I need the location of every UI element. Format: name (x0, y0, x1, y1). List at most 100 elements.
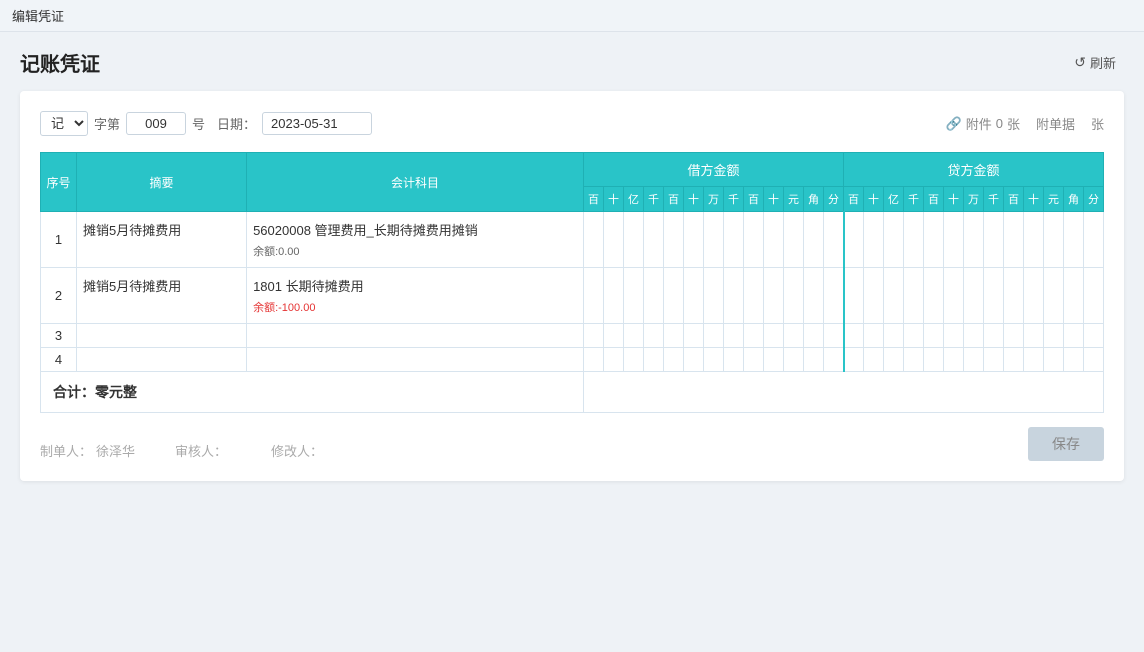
td-digit-1-9[interactable] (764, 268, 784, 324)
td-summary-2[interactable] (77, 324, 247, 348)
td-summary-3[interactable] (77, 348, 247, 372)
td-digit-3-0[interactable] (584, 348, 604, 372)
td-digit-3-20[interactable] (984, 348, 1004, 372)
td-digit-3-16[interactable] (904, 348, 924, 372)
td-digit-2-22[interactable] (1024, 324, 1044, 348)
td-digit-3-11[interactable] (804, 348, 824, 372)
td-digit-2-9[interactable] (764, 324, 784, 348)
td-digit-2-4[interactable] (664, 324, 684, 348)
td-digit-1-17[interactable] (924, 268, 944, 324)
td-digit-3-13[interactable] (844, 348, 864, 372)
td-digit-3-2[interactable] (624, 348, 644, 372)
td-digit-2-6[interactable] (704, 324, 724, 348)
td-digit-1-12[interactable] (824, 268, 844, 324)
td-digit-0-5[interactable] (684, 212, 704, 268)
td-digit-1-15[interactable] (884, 268, 904, 324)
td-digit-0-4[interactable] (664, 212, 684, 268)
td-digit-0-20[interactable] (984, 212, 1004, 268)
td-digit-3-8[interactable] (744, 348, 764, 372)
voucher-number-input[interactable] (126, 112, 186, 135)
td-digit-3-22[interactable] (1024, 348, 1044, 372)
td-digit-3-1[interactable] (604, 348, 624, 372)
td-digit-3-25[interactable] (1084, 348, 1104, 372)
td-account-3[interactable] (247, 348, 584, 372)
td-digit-0-10[interactable] (784, 212, 804, 268)
td-digit-1-6[interactable] (704, 268, 724, 324)
td-digit-0-2[interactable] (624, 212, 644, 268)
td-digit-3-10[interactable] (784, 348, 804, 372)
attach-link[interactable]: 🔗 附件 0 张 (946, 114, 1020, 133)
td-digit-2-11[interactable] (804, 324, 824, 348)
td-digit-2-19[interactable] (964, 324, 984, 348)
td-digit-1-10[interactable] (784, 268, 804, 324)
td-digit-0-0[interactable] (584, 212, 604, 268)
td-digit-2-1[interactable] (604, 324, 624, 348)
td-digit-2-13[interactable] (844, 324, 864, 348)
td-digit-1-1[interactable] (604, 268, 624, 324)
td-account-1[interactable]: 1801 长期待摊费用余额:-100.00 (247, 268, 584, 324)
td-digit-2-14[interactable] (864, 324, 884, 348)
td-digit-3-3[interactable] (644, 348, 664, 372)
td-digit-3-24[interactable] (1064, 348, 1084, 372)
td-digit-0-15[interactable] (884, 212, 904, 268)
td-digit-1-7[interactable] (724, 268, 744, 324)
td-summary-0[interactable]: 摊销5月待摊费用 (77, 212, 247, 268)
td-digit-2-7[interactable] (724, 324, 744, 348)
td-digit-3-14[interactable] (864, 348, 884, 372)
td-digit-1-0[interactable] (584, 268, 604, 324)
td-account-0[interactable]: 56020008 管理费用_长期待摊费用摊销余额:0.00 (247, 212, 584, 268)
td-digit-0-16[interactable] (904, 212, 924, 268)
td-digit-2-25[interactable] (1084, 324, 1104, 348)
td-digit-3-18[interactable] (944, 348, 964, 372)
td-digit-0-12[interactable] (824, 212, 844, 268)
td-digit-1-3[interactable] (644, 268, 664, 324)
td-digit-0-23[interactable] (1044, 212, 1064, 268)
td-digit-1-20[interactable] (984, 268, 1004, 324)
td-digit-2-21[interactable] (1004, 324, 1024, 348)
td-digit-2-15[interactable] (884, 324, 904, 348)
td-digit-0-14[interactable] (864, 212, 884, 268)
td-digit-2-10[interactable] (784, 324, 804, 348)
td-digit-1-2[interactable] (624, 268, 644, 324)
td-digit-0-18[interactable] (944, 212, 964, 268)
td-digit-1-8[interactable] (744, 268, 764, 324)
td-digit-1-21[interactable] (1004, 268, 1024, 324)
td-digit-0-25[interactable] (1084, 212, 1104, 268)
td-digit-1-19[interactable] (964, 268, 984, 324)
td-digit-0-1[interactable] (604, 212, 624, 268)
td-digit-1-13[interactable] (844, 268, 864, 324)
td-digit-2-3[interactable] (644, 324, 664, 348)
td-digit-2-0[interactable] (584, 324, 604, 348)
td-digit-0-24[interactable] (1064, 212, 1084, 268)
td-account-2[interactable] (247, 324, 584, 348)
td-digit-3-6[interactable] (704, 348, 724, 372)
td-digit-0-13[interactable] (844, 212, 864, 268)
date-input[interactable] (262, 112, 372, 135)
td-summary-1[interactable]: 摊销5月待摊费用 (77, 268, 247, 324)
td-digit-2-8[interactable] (744, 324, 764, 348)
td-digit-2-20[interactable] (984, 324, 1004, 348)
td-digit-2-2[interactable] (624, 324, 644, 348)
td-digit-1-16[interactable] (904, 268, 924, 324)
td-digit-1-23[interactable] (1044, 268, 1064, 324)
td-digit-3-5[interactable] (684, 348, 704, 372)
td-digit-3-21[interactable] (1004, 348, 1024, 372)
td-digit-0-19[interactable] (964, 212, 984, 268)
td-digit-0-21[interactable] (1004, 212, 1024, 268)
td-digit-1-4[interactable] (664, 268, 684, 324)
td-digit-1-25[interactable] (1084, 268, 1104, 324)
td-digit-0-3[interactable] (644, 212, 664, 268)
voucher-type-select[interactable]: 记 (40, 111, 88, 136)
td-digit-2-24[interactable] (1064, 324, 1084, 348)
save-button[interactable]: 保存 (1028, 427, 1104, 461)
td-digit-3-7[interactable] (724, 348, 744, 372)
td-digit-1-5[interactable] (684, 268, 704, 324)
td-digit-3-12[interactable] (824, 348, 844, 372)
td-digit-3-4[interactable] (664, 348, 684, 372)
td-digit-3-23[interactable] (1044, 348, 1064, 372)
td-digit-1-11[interactable] (804, 268, 824, 324)
refresh-button[interactable]: ↺ 刷新 (1066, 49, 1124, 76)
td-digit-2-12[interactable] (824, 324, 844, 348)
td-digit-2-17[interactable] (924, 324, 944, 348)
td-digit-0-7[interactable] (724, 212, 744, 268)
